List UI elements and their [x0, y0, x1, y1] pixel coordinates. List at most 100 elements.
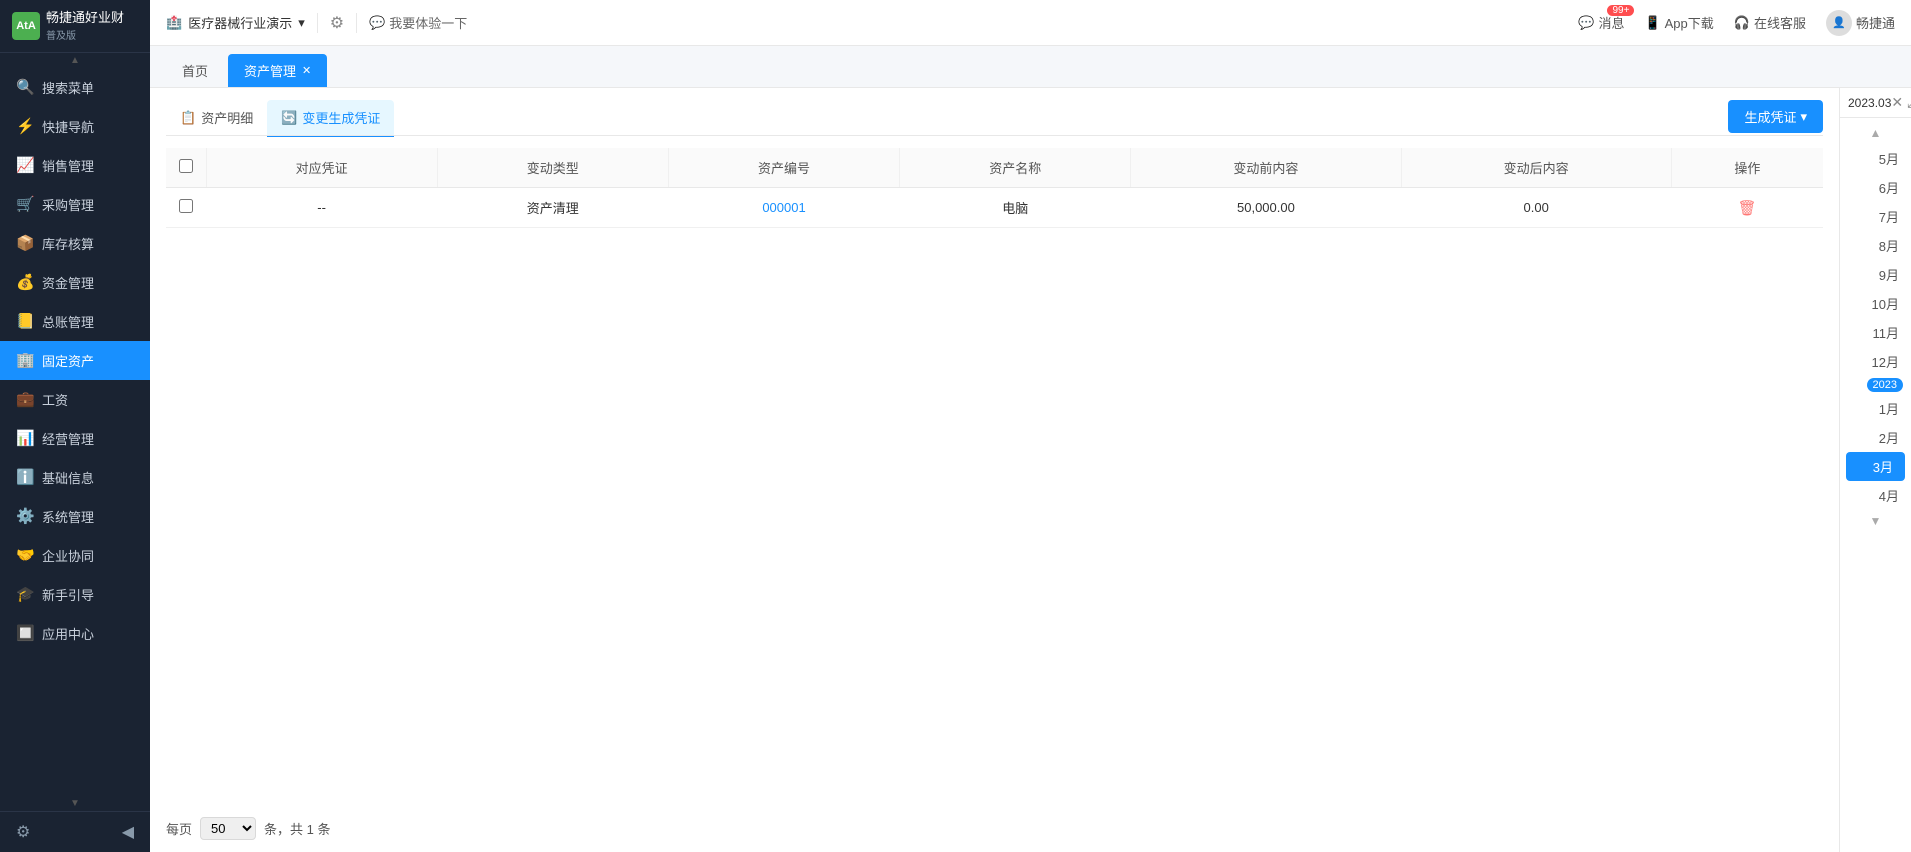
sidebar-item-quick-nav[interactable]: ⚡ 快捷导航 — [0, 107, 150, 146]
sidebar-item-inventory[interactable]: 📦 库存核算 — [0, 224, 150, 263]
calendar-panel: 2023.03 ✕ ⤢ ▲ 5月 6月 7月 8月 9月 10月 11月 12月 — [1839, 88, 1911, 852]
notification-badge: 99+ — [1607, 5, 1634, 16]
tab-close-icon[interactable]: ✕ — [302, 64, 311, 77]
sidebar-item-search[interactable]: 🔍 搜索菜单 — [0, 68, 150, 107]
calendar-month-8[interactable]: 8月 — [1840, 231, 1911, 260]
online-service-btn[interactable]: 🎧 在线客服 — [1734, 13, 1806, 32]
sidebar-item-sales[interactable]: 📈 销售管理 — [0, 146, 150, 185]
col-action: 操作 — [1671, 148, 1823, 188]
sidebar-item-guide[interactable]: 🎓 新手引导 — [0, 575, 150, 614]
cell-asset-name: 电脑 — [900, 188, 1131, 228]
logo-icon: AtA — [12, 12, 40, 40]
tab-asset-mgmt[interactable]: 资产管理 ✕ — [228, 54, 327, 87]
header-divider-2 — [356, 13, 357, 33]
calendar-month-2023-2[interactable]: 2月 — [1840, 423, 1911, 452]
main-area: 🏥 医疗器械行业演示 ▾ ⚙ 💬 我要体验一下 💬 消息 99+ 📱 App下载… — [150, 0, 1911, 852]
sub-tab-asset-detail[interactable]: 📋 资产明细 — [166, 100, 267, 137]
top-header: 🏥 医疗器械行业演示 ▾ ⚙ 💬 我要体验一下 💬 消息 99+ 📱 App下载… — [150, 0, 1911, 46]
calendar-month-2023-3[interactable]: 3月 — [1846, 452, 1905, 481]
app-download-icon: 📱 — [1644, 15, 1660, 31]
company-selector[interactable]: 🏥 医疗器械行业演示 ▾ — [166, 13, 305, 32]
calendar-month-9[interactable]: 9月 — [1840, 260, 1911, 289]
sales-icon: 📈 — [16, 156, 34, 174]
collapse-icon[interactable]: ◀ — [122, 822, 134, 842]
calendar-month-6[interactable]: 6月 — [1840, 173, 1911, 202]
generate-dropdown-icon: ▾ — [1800, 109, 1807, 125]
cell-change-type: 资产清理 — [437, 188, 668, 228]
company-icon: 🏥 — [166, 15, 182, 31]
sub-tab-change-voucher[interactable]: 🔄 变更生成凭证 — [267, 100, 394, 137]
sub-tab-asset-detail-label: 资产明细 — [201, 108, 253, 127]
sidebar-item-enterprise[interactable]: 🤝 企业协同 — [0, 536, 150, 575]
settings-icon[interactable]: ⚙ — [16, 822, 30, 842]
username: 畅捷通 — [1856, 13, 1895, 32]
per-page-select[interactable]: 20 50 100 — [200, 817, 256, 840]
sidebar-item-funds[interactable]: 💰 资金管理 — [0, 263, 150, 302]
total-label: 条，共 1 条 — [264, 819, 330, 838]
sub-tab-change-voucher-label: 变更生成凭证 — [302, 108, 380, 127]
cell-asset-no: 000001 — [668, 188, 899, 228]
col-after-content: 变动后内容 — [1401, 148, 1671, 188]
sidebar-item-operations[interactable]: 📊 经营管理 — [0, 419, 150, 458]
calendar-month-10[interactable]: 10月 — [1840, 289, 1911, 318]
calendar-close-icon[interactable]: ✕ — [1891, 94, 1903, 111]
tab-home[interactable]: 首页 — [166, 54, 224, 87]
calendar-month-7[interactable]: 7月 — [1840, 202, 1911, 231]
calendar-month-5[interactable]: 5月 — [1840, 144, 1911, 173]
basic-info-icon: ℹ️ — [16, 468, 34, 486]
calendar-month-12[interactable]: 12月 — [1840, 347, 1911, 376]
per-page-label: 每页 — [166, 819, 192, 838]
service-icon: 🎧 — [1734, 15, 1750, 31]
notification-btn[interactable]: 💬 消息 99+ — [1578, 13, 1624, 32]
user-menu[interactable]: 👤 畅捷通 — [1826, 10, 1895, 36]
calendar-month-11[interactable]: 11月 — [1840, 318, 1911, 347]
sidebar-scroll-up[interactable]: ▲ — [0, 53, 150, 68]
sidebar-item-basic-info[interactable]: ℹ️ 基础信息 — [0, 458, 150, 497]
app-center-icon: 🔲 — [16, 624, 34, 642]
row-checkbox[interactable] — [179, 199, 193, 213]
wages-icon: 💼 — [16, 390, 34, 408]
sidebar-item-purchase[interactable]: 🛒 采购管理 — [0, 185, 150, 224]
quick-nav-icon: ⚡ — [16, 117, 34, 135]
enterprise-icon: 🤝 — [16, 546, 34, 564]
tab-asset-mgmt-label: 资产管理 — [244, 61, 296, 80]
calendar-month-2023-4[interactable]: 4月 — [1840, 481, 1911, 510]
table-wrapper: 对应凭证 变动类型 资产编号 资产名称 变动前内容 变动后内容 操作 — [166, 148, 1823, 807]
sidebar-item-ledger[interactable]: 📒 总账管理 — [0, 302, 150, 341]
calendar-scroll-down-btn[interactable]: ▼ — [1840, 510, 1911, 532]
delete-row-button[interactable]: 🗑 — [1738, 200, 1757, 217]
cell-action: 🗑 — [1671, 188, 1823, 228]
calendar-month-2023-1[interactable]: 1月 — [1840, 394, 1911, 423]
company-dropdown-icon: ▾ — [298, 15, 305, 31]
settings-gear-icon[interactable]: ⚙ — [330, 13, 344, 33]
notification-icon: 💬 — [1578, 15, 1594, 31]
sidebar-item-wages[interactable]: 💼 工资 — [0, 380, 150, 419]
feedback-text: 我要体验一下 — [389, 13, 467, 32]
calendar-scroll-up-btn[interactable]: ▲ — [1840, 122, 1911, 144]
fixed-assets-icon: 🏢 — [16, 351, 34, 369]
content-main: 📋 资产明细 🔄 变更生成凭证 生成凭证 ▾ — [150, 88, 1839, 852]
header-right: 💬 消息 99+ 📱 App下载 🎧 在线客服 👤 畅捷通 — [1578, 10, 1895, 36]
col-voucher: 对应凭证 — [206, 148, 437, 188]
calendar-expand-icon[interactable]: ⤢ — [1907, 94, 1911, 111]
select-all-header — [166, 148, 206, 188]
search-icon: 🔍 — [16, 78, 34, 96]
logo-text: 畅捷通好业财 — [46, 10, 124, 27]
sidebar-scroll-down[interactable]: ▼ — [0, 796, 150, 811]
calendar-down-arrow: ▼ — [1870, 514, 1882, 528]
sidebar-item-fixed-assets[interactable]: 🏢 固定资产 — [0, 341, 150, 380]
table-row: -- 资产清理 000001 电脑 50,000.00 0.00 🗑 — [166, 188, 1823, 228]
content-area: 📋 资产明细 🔄 变更生成凭证 生成凭证 ▾ — [150, 88, 1911, 852]
header-divider-1 — [317, 13, 318, 33]
sidebar-item-app-center[interactable]: 🔲 应用中心 — [0, 614, 150, 653]
pagination: 每页 20 50 100 条，共 1 条 — [166, 807, 1823, 840]
app-download-label: App下载 — [1665, 13, 1714, 32]
nav-tabs: 首页 资产管理 ✕ — [150, 46, 1911, 88]
sidebar-nav: 🔍 搜索菜单 ⚡ 快捷导航 📈 销售管理 🛒 采购管理 📦 库存核算 💰 资金管… — [0, 68, 150, 796]
sidebar-item-system[interactable]: ⚙️ 系统管理 — [0, 497, 150, 536]
select-all-checkbox[interactable] — [179, 159, 193, 173]
feedback-link[interactable]: 💬 我要体验一下 — [369, 13, 467, 32]
col-change-type: 变动类型 — [437, 148, 668, 188]
app-download-btn[interactable]: 📱 App下载 — [1644, 13, 1713, 32]
generate-voucher-button[interactable]: 生成凭证 ▾ — [1728, 100, 1823, 133]
